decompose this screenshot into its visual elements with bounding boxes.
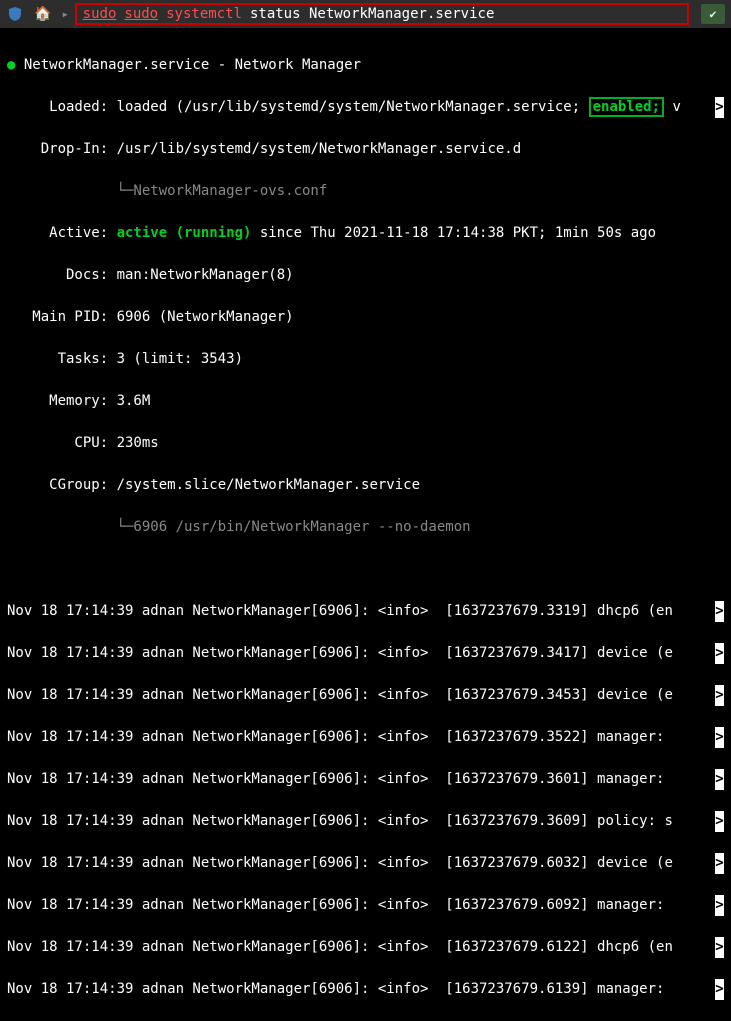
docs-label: Docs: bbox=[7, 267, 117, 283]
cpu-value: 230ms bbox=[117, 435, 159, 451]
memory-value: 3.6M bbox=[117, 393, 151, 409]
shield-icon bbox=[6, 5, 24, 23]
chevron-right-icon: ▸ bbox=[61, 7, 68, 21]
log-line: Nov 18 17:14:39 adnan NetworkManager[690… bbox=[7, 601, 724, 622]
command-input[interactable]: sudo sudo systemctl status NetworkManage… bbox=[75, 3, 689, 25]
truncate-arrow-icon: > bbox=[715, 979, 724, 1000]
dropin-label: Drop-In: bbox=[7, 141, 117, 157]
memory-label: Memory: bbox=[7, 393, 117, 409]
cgroup-label: CGroup: bbox=[7, 477, 117, 493]
enabled-badge: enabled; bbox=[589, 97, 664, 117]
confirm-button[interactable]: ✔ bbox=[701, 4, 725, 24]
truncate-arrow-icon: > bbox=[715, 895, 724, 916]
truncate-arrow-icon: > bbox=[715, 937, 724, 958]
service-line: NetworkManager.service - Network Manager bbox=[24, 55, 361, 76]
home-icon[interactable]: 🏠 bbox=[30, 6, 55, 22]
loaded-label: Loaded: bbox=[7, 99, 117, 115]
log-line: Nov 18 17:14:39 adnan NetworkManager[690… bbox=[7, 937, 724, 958]
log-line: Nov 18 17:14:39 adnan NetworkManager[690… bbox=[7, 853, 724, 874]
cpu-label: CPU: bbox=[7, 435, 117, 451]
log-line: Nov 18 17:14:39 adnan NetworkManager[690… bbox=[7, 727, 724, 748]
pid-label: Main PID: bbox=[7, 309, 117, 325]
cgroup-value: /system.slice/NetworkManager.service bbox=[117, 477, 420, 493]
truncate-arrow-icon: > bbox=[715, 97, 724, 118]
cgroup-child: └─6906 /usr/bin/NetworkManager --no-daem… bbox=[7, 519, 471, 535]
terminal-output: ● NetworkManager.service - Network Manag… bbox=[0, 28, 731, 1021]
log-line: Nov 18 17:14:39 adnan NetworkManager[690… bbox=[7, 685, 724, 706]
truncate-arrow-icon: > bbox=[715, 769, 724, 790]
truncate-arrow-icon: > bbox=[715, 601, 724, 622]
log-line: Nov 18 17:14:39 adnan NetworkManager[690… bbox=[7, 769, 724, 790]
active-value: active (running) bbox=[117, 225, 252, 241]
truncate-arrow-icon: > bbox=[715, 811, 724, 832]
log-line: Nov 18 17:14:39 adnan NetworkManager[690… bbox=[7, 895, 724, 916]
truncate-arrow-icon: > bbox=[715, 685, 724, 706]
truncate-arrow-icon: > bbox=[715, 643, 724, 664]
tasks-value: 3 (limit: 3543) bbox=[117, 351, 243, 367]
active-since: since Thu 2021-11-18 17:14:38 PKT; 1min … bbox=[251, 225, 656, 241]
cmd-systemctl: systemctl bbox=[166, 6, 242, 22]
active-label: Active: bbox=[7, 225, 117, 241]
log-line: Nov 18 17:14:39 adnan NetworkManager[690… bbox=[7, 811, 724, 832]
pid-value: 6906 (NetworkManager) bbox=[117, 309, 294, 325]
loaded-value: loaded (/usr/lib/systemd/system/NetworkM… bbox=[117, 99, 589, 115]
cmd-sudo1: sudo bbox=[83, 6, 117, 22]
cmd-rest: status NetworkManager.service bbox=[250, 6, 494, 22]
truncate-arrow-icon: > bbox=[715, 727, 724, 748]
log-line: Nov 18 17:14:39 adnan NetworkManager[690… bbox=[7, 979, 724, 1000]
log-line: Nov 18 17:14:39 adnan NetworkManager[690… bbox=[7, 643, 724, 664]
titlebar: 🏠 ▸ sudo sudo systemctl status NetworkMa… bbox=[0, 0, 731, 28]
truncate-arrow-icon: > bbox=[715, 853, 724, 874]
dropin-value: /usr/lib/systemd/system/NetworkManager.s… bbox=[117, 141, 522, 157]
docs-value: man:NetworkManager(8) bbox=[117, 267, 294, 283]
tasks-label: Tasks: bbox=[7, 351, 117, 367]
dropin-conf: └─NetworkManager-ovs.conf bbox=[7, 183, 327, 199]
status-bullet-icon: ● bbox=[7, 55, 24, 76]
loaded-tail: v bbox=[664, 99, 681, 115]
cmd-sudo2: sudo bbox=[124, 6, 158, 22]
